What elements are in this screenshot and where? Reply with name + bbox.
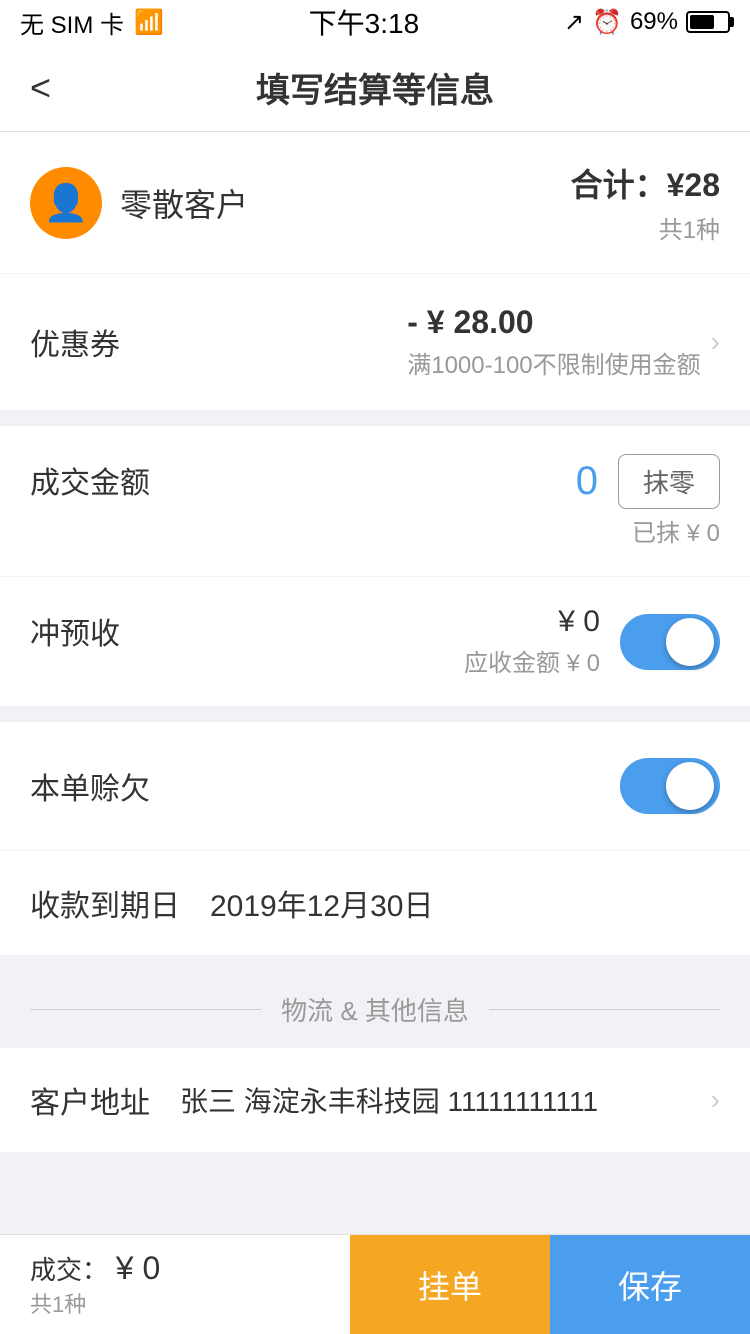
prereceive-amounts: ¥ 0 应收金额 ¥ 0 xyxy=(464,605,600,678)
battery-icon xyxy=(686,11,730,33)
duedate-value: 2019年12月30日 xyxy=(210,881,433,925)
address-row[interactable]: 客户地址 张三 海淀永丰科技园 11111111111 › xyxy=(0,1048,750,1152)
transaction-right-col: 0 抹零 已抹 ¥ 0 xyxy=(576,454,720,548)
debt-row: 本单赊欠 xyxy=(0,722,750,850)
bottom-summary: 成交： ¥ 0 共1种 xyxy=(0,1250,350,1319)
transaction-section: 成交金额 0 抹零 已抹 ¥ 0 冲预收 ¥ 0 应收金额 ¥ 0 xyxy=(0,426,750,706)
coupon-desc: 满1000-100不限制使用金额 xyxy=(407,345,700,380)
address-chevron-icon: › xyxy=(711,1084,720,1116)
address-label: 客户地址 xyxy=(30,1078,150,1122)
nav-bar: < 填写结算等信息 xyxy=(0,44,750,132)
status-right: ↗ ⏰ 69% xyxy=(564,8,730,37)
status-time: 下午3:18 xyxy=(309,2,420,42)
bottom-summary-line1: 成交： ¥ 0 xyxy=(30,1250,320,1287)
duedate-label: 收款到期日 xyxy=(30,881,180,925)
transaction-label: 成交金额 xyxy=(30,454,150,502)
prereceive-row: 冲预收 ¥ 0 应收金额 ¥ 0 xyxy=(0,576,750,706)
summary-label: 成交： xyxy=(30,1255,108,1285)
prereceive-toggle[interactable] xyxy=(620,614,720,670)
debt-section: 本单赊欠 收款到期日 2019年12月30日 xyxy=(0,722,750,955)
carrier-label: 无 SIM 卡 xyxy=(20,5,124,40)
hold-button[interactable]: 挂单 xyxy=(350,1235,550,1334)
coupon-discount: - ¥ 28.00 xyxy=(407,304,700,341)
coupon-right: - ¥ 28.00 满1000-100不限制使用金额 › xyxy=(407,304,720,380)
back-button[interactable]: < xyxy=(30,67,51,109)
prereceive-amount: ¥ 0 xyxy=(464,605,600,639)
prereceive-receivable: 应收金额 ¥ 0 xyxy=(464,643,600,678)
debt-label: 本单赊欠 xyxy=(30,764,150,808)
transaction-left: 成交金额 xyxy=(30,454,150,502)
round-button[interactable]: 抹零 xyxy=(618,454,720,509)
total-amount: 合计：¥28 xyxy=(571,160,720,206)
wifi-icon: 📶 xyxy=(134,8,164,37)
customer-left: 👤 零散客户 xyxy=(30,167,248,239)
avatar-icon: 👤 xyxy=(44,182,89,224)
logistics-divider: 物流 & 其他信息 xyxy=(0,971,750,1048)
coupon-row[interactable]: 优惠券 - ¥ 28.00 满1000-100不限制使用金额 › xyxy=(0,273,750,410)
duedate-row: 收款到期日 2019年12月30日 xyxy=(0,850,750,955)
toggle-knob xyxy=(666,618,714,666)
customer-row: 👤 零散客户 合计：¥28 共1种 xyxy=(0,132,750,273)
battery-percent: 69% xyxy=(630,8,678,36)
address-value: 张三 海淀永丰科技园 11111111111 xyxy=(180,1080,711,1120)
logistics-label: 物流 & 其他信息 xyxy=(281,991,469,1028)
transaction-amount: 0 xyxy=(576,459,598,504)
debt-toggle-knob xyxy=(666,762,714,810)
coupon-label: 优惠券 xyxy=(30,320,120,364)
summary-count: 共1种 xyxy=(30,1287,320,1319)
prereceive-right: ¥ 0 应收金额 ¥ 0 xyxy=(464,605,720,678)
status-bar: 无 SIM 卡 📶 下午3:18 ↗ ⏰ 69% xyxy=(0,0,750,44)
summary-amount: ¥ 0 xyxy=(116,1250,160,1286)
prereceive-label: 冲预收 xyxy=(30,605,120,653)
coupon-info: - ¥ 28.00 满1000-100不限制使用金额 xyxy=(407,304,700,380)
customer-right: 合计：¥28 共1种 xyxy=(571,160,720,245)
page-title: 填写结算等信息 xyxy=(256,63,494,112)
divider-line-right xyxy=(489,1009,720,1010)
transaction-row: 成交金额 0 抹零 已抹 ¥ 0 xyxy=(0,426,750,576)
debt-toggle[interactable] xyxy=(620,758,720,814)
gps-icon: ↗ xyxy=(564,8,584,37)
already-deducted: 已抹 ¥ 0 xyxy=(576,513,720,548)
status-left: 无 SIM 卡 📶 xyxy=(20,5,164,40)
address-section: 客户地址 张三 海淀永丰科技园 11111111111 › xyxy=(0,1048,750,1152)
alarm-icon: ⏰ xyxy=(592,8,622,37)
save-button[interactable]: 保存 xyxy=(550,1235,750,1334)
customer-section: 👤 零散客户 合计：¥28 共1种 优惠券 - ¥ 28.00 满1000-10… xyxy=(0,132,750,410)
bottom-bar: 成交： ¥ 0 共1种 挂单 保存 xyxy=(0,1234,750,1334)
total-count: 共1种 xyxy=(571,210,720,245)
avatar: 👤 xyxy=(30,167,102,239)
chevron-right-icon: › xyxy=(711,326,720,358)
customer-name: 零散客户 xyxy=(120,180,248,226)
divider-line-left xyxy=(30,1009,261,1010)
transaction-right: 0 抹零 xyxy=(576,454,720,509)
